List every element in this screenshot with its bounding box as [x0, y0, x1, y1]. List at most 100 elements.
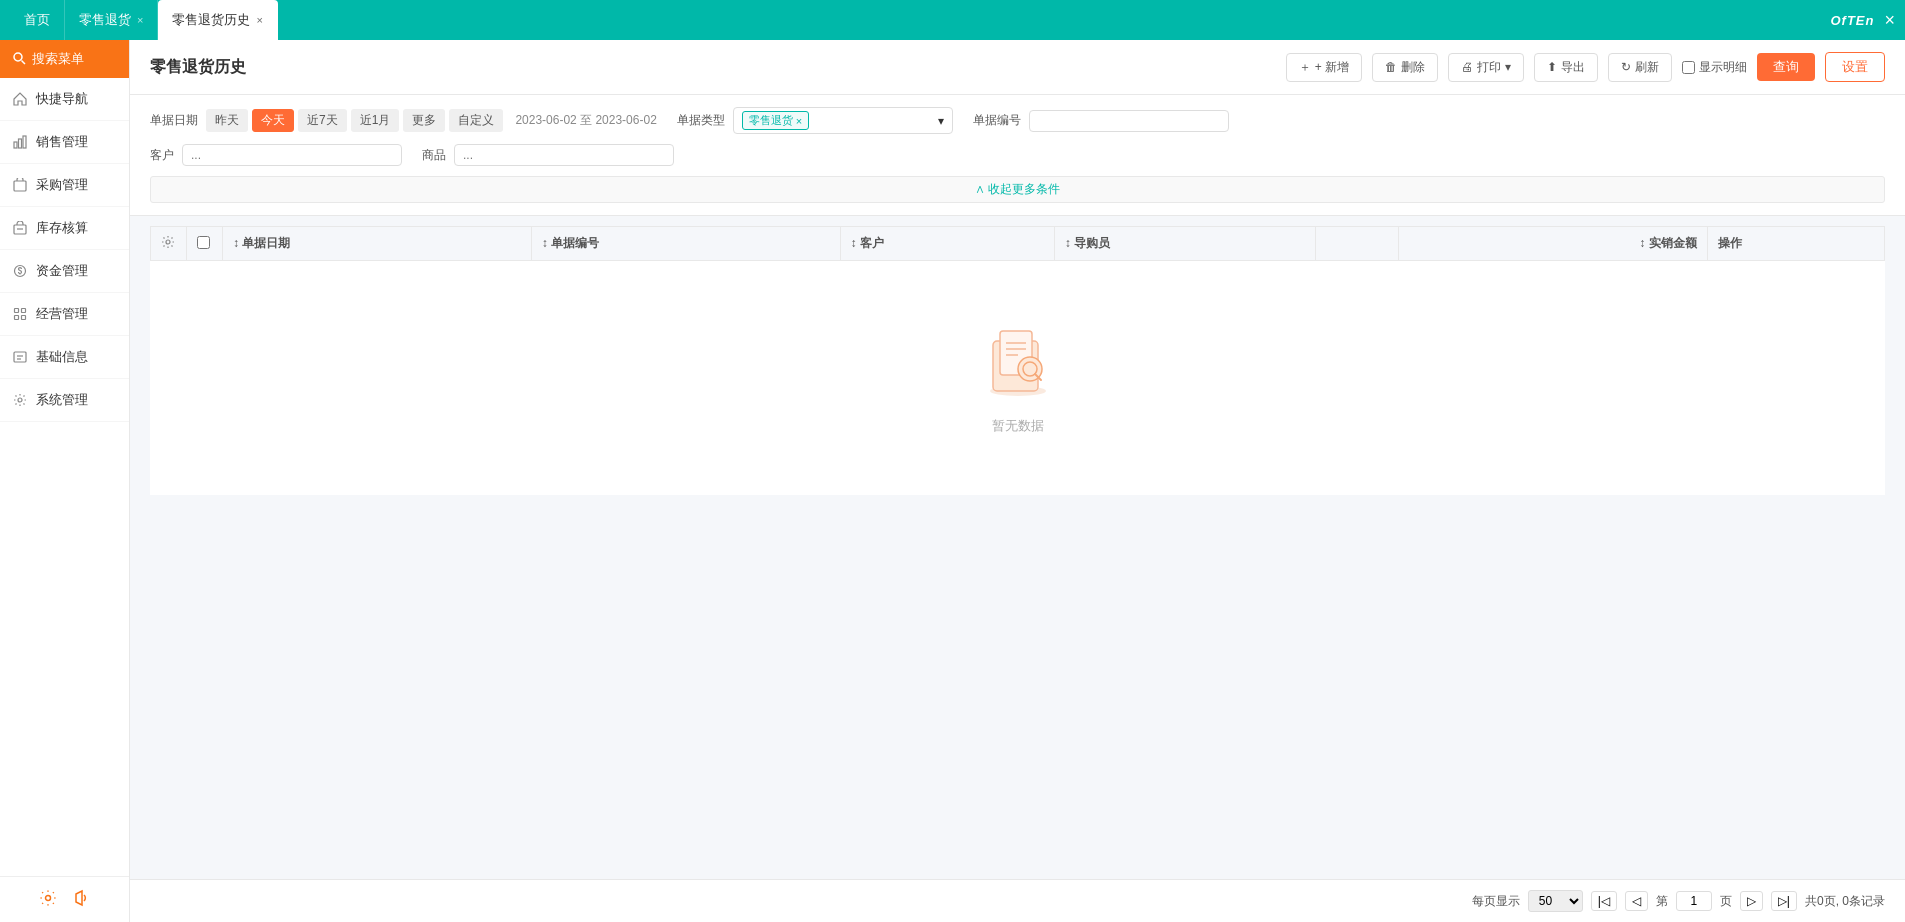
select-all-checkbox[interactable]: [197, 236, 210, 249]
show-detail-checkbox[interactable]: [1682, 61, 1695, 74]
sidebar-item-quick-nav-label: 快捷导航: [36, 90, 88, 108]
table-header: ↕ 单据日期 ↕ 单据编号 ↕ 客户 ↕ 导购员 ↕: [151, 227, 1885, 261]
page-label: 第: [1656, 893, 1668, 910]
empty-text: 暂无数据: [992, 417, 1044, 435]
print-label: 打印: [1477, 59, 1501, 76]
doc-type-select[interactable]: 零售退货 × ▾: [733, 107, 953, 134]
date-btn-today[interactable]: 今天: [252, 109, 294, 132]
date-btn-yesterday[interactable]: 昨天: [206, 109, 248, 132]
collapse-label: ∧ 收起更多条件: [975, 182, 1060, 196]
doc-type-tag: 零售退货 ×: [742, 111, 809, 130]
next-page-btn[interactable]: ▷: [1740, 891, 1763, 911]
purchase-icon: [12, 177, 28, 193]
last-page-btn[interactable]: ▷|: [1771, 891, 1797, 911]
add-btn[interactable]: ＋ + 新增: [1286, 53, 1362, 82]
th-actual-amount[interactable]: ↕ 实销金额: [1398, 227, 1707, 261]
prev-page-btn[interactable]: ◁: [1625, 891, 1648, 911]
th-customer-label: ↕ 客户: [851, 236, 884, 250]
sidebar-item-purchase-mgmt[interactable]: 采购管理: [0, 164, 129, 207]
refresh-icon: ↻: [1621, 60, 1631, 74]
toolbar: ＋ + 新增 🗑 删除 🖨 打印 ▾ ⬆ 导出 ↻: [1286, 52, 1885, 82]
sidebar-item-system-label: 系统管理: [36, 391, 88, 409]
sidebar-item-quick-nav[interactable]: 快捷导航: [0, 78, 129, 121]
sidebar-item-inventory-label: 库存核算: [36, 219, 88, 237]
total-label: 共0页, 0条记录: [1805, 893, 1885, 910]
tab-retail-return-close[interactable]: ×: [137, 14, 143, 26]
sidebar-item-base-label: 基础信息: [36, 348, 88, 366]
sidebar-item-sales-label: 销售管理: [36, 133, 88, 151]
refresh-btn[interactable]: ↻ 刷新: [1608, 53, 1672, 82]
th-doc-date[interactable]: ↕ 单据日期: [223, 227, 532, 261]
delete-btn[interactable]: 🗑 删除: [1372, 53, 1438, 82]
date-filter: 单据日期 昨天 今天 近7天 近1月 更多 自定义 2023-06-02 至 2…: [150, 109, 657, 132]
show-detail-label-text: 显示明细: [1699, 59, 1747, 76]
show-detail-toggle[interactable]: 显示明细: [1682, 59, 1747, 76]
export-label: 导出: [1561, 59, 1585, 76]
page-input[interactable]: [1676, 891, 1712, 911]
tab-retail-return[interactable]: 零售退货 ×: [65, 0, 158, 40]
operations-icon: [12, 306, 28, 322]
th-guide-label: ↕ 导购员: [1065, 236, 1110, 250]
th-operation-label: 操作: [1718, 236, 1742, 250]
collapse-bar[interactable]: ∧ 收起更多条件: [150, 176, 1885, 203]
refresh-label: 刷新: [1635, 59, 1659, 76]
sidebar-bottom: [0, 876, 129, 922]
print-btn[interactable]: 🖨 打印 ▾: [1448, 53, 1524, 82]
data-table: ↕ 单据日期 ↕ 单据编号 ↕ 客户 ↕ 导购员 ↕: [150, 226, 1885, 261]
date-range-display: 2023-06-02 至 2023-06-02: [515, 112, 656, 129]
th-checkbox[interactable]: [187, 227, 223, 261]
export-icon: ⬆: [1547, 60, 1557, 74]
sidebar-search-btn[interactable]: 搜索菜单: [0, 40, 129, 78]
doc-no-input[interactable]: [1029, 110, 1229, 132]
settings-icon[interactable]: [39, 889, 57, 910]
tab-retail-return-history-label: 零售退货历史: [172, 11, 250, 29]
sidebar-item-purchase-label: 采购管理: [36, 176, 88, 194]
goods-input[interactable]: [454, 144, 674, 166]
print-dropdown-icon: ▾: [1505, 60, 1511, 74]
goods-filter: 商品: [422, 144, 674, 166]
svg-rect-4: [23, 136, 26, 148]
th-customer[interactable]: ↕ 客户: [840, 227, 1054, 261]
th-operation: 操作: [1707, 227, 1884, 261]
date-btn-7days[interactable]: 近7天: [298, 109, 347, 132]
doc-type-tag-text: 零售退货: [749, 113, 793, 128]
tab-retail-return-history-close[interactable]: ×: [256, 14, 262, 26]
sidebar-item-base-info[interactable]: 基础信息: [0, 336, 129, 379]
sidebar-item-operations[interactable]: 经营管理: [0, 293, 129, 336]
date-btn-1month[interactable]: 近1月: [351, 109, 400, 132]
th-doc-date-label: ↕ 单据日期: [233, 236, 290, 250]
pagination: 每页显示 50 100 200 |◁ ◁ 第 页 ▷ ▷| 共0页, 0条记录: [130, 879, 1905, 922]
sidebar-item-system[interactable]: 系统管理: [0, 379, 129, 422]
filter-row-1: 单据日期 昨天 今天 近7天 近1月 更多 自定义 2023-06-02 至 2…: [150, 107, 1885, 134]
date-btn-custom[interactable]: 自定义: [449, 109, 503, 132]
filter-area: 单据日期 昨天 今天 近7天 近1月 更多 自定义 2023-06-02 至 2…: [130, 95, 1905, 216]
date-btn-more[interactable]: 更多: [403, 109, 445, 132]
add-icon: ＋: [1299, 59, 1311, 76]
customer-input[interactable]: [182, 144, 402, 166]
svg-rect-12: [22, 316, 26, 320]
sidebar-item-sales-mgmt[interactable]: 销售管理: [0, 121, 129, 164]
delete-icon: 🗑: [1385, 60, 1397, 74]
th-gear[interactable]: [151, 227, 187, 261]
doc-type-tag-close[interactable]: ×: [796, 115, 802, 127]
search-icon: [12, 51, 26, 68]
export-btn[interactable]: ⬆ 导出: [1534, 53, 1598, 82]
tab-home[interactable]: 首页: [10, 0, 65, 40]
th-guide[interactable]: ↕ 导购员: [1054, 227, 1315, 261]
add-label: + 新增: [1315, 59, 1349, 76]
per-page-select[interactable]: 50 100 200: [1528, 890, 1583, 912]
sidebar-item-operations-label: 经营管理: [36, 305, 88, 323]
th-doc-no[interactable]: ↕ 单据编号: [531, 227, 840, 261]
inventory-icon: [12, 220, 28, 236]
audio-icon[interactable]: [73, 889, 91, 910]
home-icon: [12, 91, 28, 107]
sidebar-item-finance[interactable]: 资金管理: [0, 250, 129, 293]
sidebar: 搜索菜单 快捷导航 销售管理 采购管理 库存核算: [0, 40, 130, 922]
content-area: 零售退货历史 ＋ + 新增 🗑 删除 🖨 打印 ▾ ⬆ 导出: [130, 40, 1905, 922]
query-btn[interactable]: 查询: [1757, 53, 1815, 81]
window-close-btn[interactable]: ×: [1884, 10, 1895, 31]
sidebar-item-inventory[interactable]: 库存核算: [0, 207, 129, 250]
setting-btn[interactable]: 设置: [1825, 52, 1885, 82]
tab-retail-return-history[interactable]: 零售退货历史 ×: [158, 0, 277, 40]
first-page-btn[interactable]: |◁: [1591, 891, 1617, 911]
